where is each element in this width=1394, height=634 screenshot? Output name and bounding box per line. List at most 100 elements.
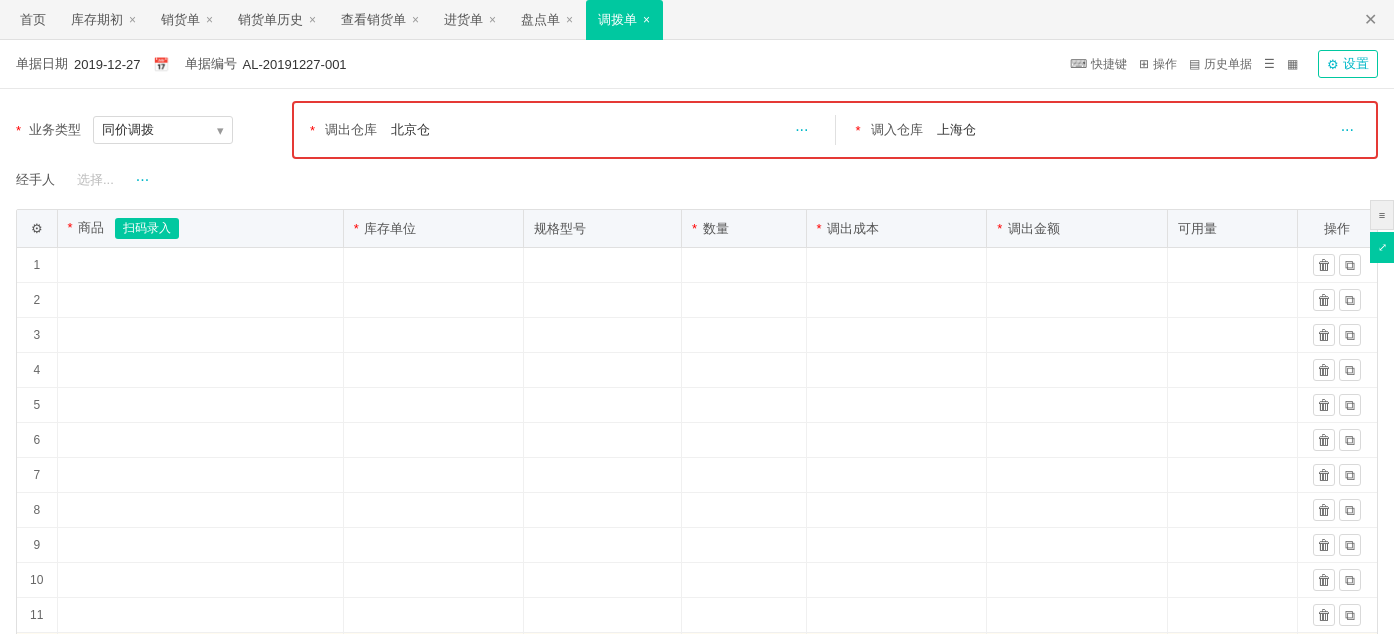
copy-row-btn[interactable]: ⧉: [1339, 324, 1361, 346]
amount-cell[interactable]: [987, 563, 1168, 598]
copy-row-btn[interactable]: ⧉: [1339, 394, 1361, 416]
copy-row-btn[interactable]: ⧉: [1339, 499, 1361, 521]
unit-cell[interactable]: [343, 563, 524, 598]
amount-cell[interactable]: [987, 458, 1168, 493]
goods-cell[interactable]: [57, 493, 343, 528]
cost-cell[interactable]: [806, 283, 987, 318]
goods-cell[interactable]: [57, 248, 343, 283]
tab-sales-history-close[interactable]: ×: [309, 13, 316, 27]
unit-cell[interactable]: [343, 248, 524, 283]
amount-cell[interactable]: [987, 493, 1168, 528]
copy-row-btn[interactable]: ⧉: [1339, 464, 1361, 486]
tab-sales-order[interactable]: 销货单 ×: [149, 0, 226, 40]
goods-cell[interactable]: [57, 563, 343, 598]
qty-cell[interactable]: [681, 353, 806, 388]
tab-purchase-order[interactable]: 进货单 ×: [432, 0, 509, 40]
cost-cell[interactable]: [806, 528, 987, 563]
qty-cell[interactable]: [681, 423, 806, 458]
goods-cell[interactable]: [57, 458, 343, 493]
goods-cell[interactable]: [57, 318, 343, 353]
tab-inventory-init[interactable]: 库存期初 ×: [59, 0, 149, 40]
cost-cell[interactable]: [806, 493, 987, 528]
qty-cell[interactable]: [681, 318, 806, 353]
spec-cell[interactable]: [524, 493, 682, 528]
tab-transfer-order-close[interactable]: ×: [643, 13, 650, 27]
unit-cell[interactable]: [343, 528, 524, 563]
side-expand-btn[interactable]: ⤢: [1370, 232, 1394, 263]
copy-row-btn[interactable]: ⧉: [1339, 429, 1361, 451]
tab-sales-order-close[interactable]: ×: [206, 13, 213, 27]
tab-inventory-check-close[interactable]: ×: [566, 13, 573, 27]
copy-row-btn[interactable]: ⧉: [1339, 604, 1361, 626]
goods-cell[interactable]: [57, 598, 343, 633]
qty-cell[interactable]: [681, 458, 806, 493]
cost-cell[interactable]: [806, 353, 987, 388]
unit-cell[interactable]: [343, 598, 524, 633]
spec-cell[interactable]: [524, 458, 682, 493]
qty-cell[interactable]: [681, 388, 806, 423]
cost-cell[interactable]: [806, 598, 987, 633]
tab-purchase-order-close[interactable]: ×: [489, 13, 496, 27]
tab-view-sales[interactable]: 查看销货单 ×: [329, 0, 432, 40]
cost-cell[interactable]: [806, 248, 987, 283]
qty-cell[interactable]: [681, 248, 806, 283]
copy-row-btn[interactable]: ⧉: [1339, 569, 1361, 591]
amount-cell[interactable]: [987, 528, 1168, 563]
delete-row-btn[interactable]: 🗑: [1313, 429, 1335, 451]
amount-cell[interactable]: [987, 423, 1168, 458]
cost-cell[interactable]: [806, 458, 987, 493]
qty-cell[interactable]: [681, 598, 806, 633]
goods-cell[interactable]: [57, 353, 343, 388]
scan-input-btn[interactable]: 扫码录入: [115, 218, 179, 239]
spec-cell[interactable]: [524, 248, 682, 283]
history-btn[interactable]: ▤ 历史单据: [1189, 56, 1252, 73]
spec-cell[interactable]: [524, 353, 682, 388]
delete-row-btn[interactable]: 🗑: [1313, 534, 1335, 556]
copy-row-btn[interactable]: ⧉: [1339, 289, 1361, 311]
close-all-tabs[interactable]: ✕: [1354, 4, 1386, 36]
goods-cell[interactable]: [57, 388, 343, 423]
amount-cell[interactable]: [987, 598, 1168, 633]
view-toggle-btn[interactable]: ☰: [1264, 57, 1275, 71]
spec-cell[interactable]: [524, 598, 682, 633]
tab-inventory-check[interactable]: 盘点单 ×: [509, 0, 586, 40]
goods-cell[interactable]: [57, 528, 343, 563]
spec-cell[interactable]: [524, 283, 682, 318]
unit-cell[interactable]: [343, 318, 524, 353]
settings-button[interactable]: ⚙ 设置: [1318, 50, 1378, 78]
unit-cell[interactable]: [343, 458, 524, 493]
person-more[interactable]: ···: [130, 171, 155, 189]
warehouse-in-more[interactable]: ···: [1335, 121, 1360, 139]
amount-cell[interactable]: [987, 353, 1168, 388]
shortcuts-btn[interactable]: ⌨ 快捷键: [1070, 56, 1127, 73]
grid-toggle-btn[interactable]: ▦: [1287, 57, 1298, 71]
spec-cell[interactable]: [524, 563, 682, 598]
spec-cell[interactable]: [524, 388, 682, 423]
business-type-select[interactable]: 同价调拨 ▾: [93, 116, 233, 144]
goods-cell[interactable]: [57, 423, 343, 458]
tab-home[interactable]: 首页: [8, 0, 59, 40]
operations-btn[interactable]: ⊞ 操作: [1139, 56, 1177, 73]
delete-row-btn[interactable]: 🗑: [1313, 604, 1335, 626]
qty-cell[interactable]: [681, 563, 806, 598]
delete-row-btn[interactable]: 🗑: [1313, 359, 1335, 381]
qty-cell[interactable]: [681, 528, 806, 563]
spec-cell[interactable]: [524, 528, 682, 563]
delete-row-btn[interactable]: 🗑: [1313, 499, 1335, 521]
col-settings[interactable]: ⚙: [17, 210, 57, 248]
delete-row-btn[interactable]: 🗑: [1313, 569, 1335, 591]
delete-row-btn[interactable]: 🗑: [1313, 289, 1335, 311]
unit-cell[interactable]: [343, 423, 524, 458]
calendar-icon[interactable]: 📅: [153, 57, 169, 72]
cost-cell[interactable]: [806, 388, 987, 423]
cost-cell[interactable]: [806, 563, 987, 598]
cost-cell[interactable]: [806, 318, 987, 353]
qty-cell[interactable]: [681, 283, 806, 318]
delete-row-btn[interactable]: 🗑: [1313, 464, 1335, 486]
tab-sales-history[interactable]: 销货单历史 ×: [226, 0, 329, 40]
goods-cell[interactable]: [57, 283, 343, 318]
amount-cell[interactable]: [987, 388, 1168, 423]
tab-transfer-order[interactable]: 调拨单 ×: [586, 0, 663, 40]
cost-cell[interactable]: [806, 423, 987, 458]
copy-row-btn[interactable]: ⧉: [1339, 359, 1361, 381]
